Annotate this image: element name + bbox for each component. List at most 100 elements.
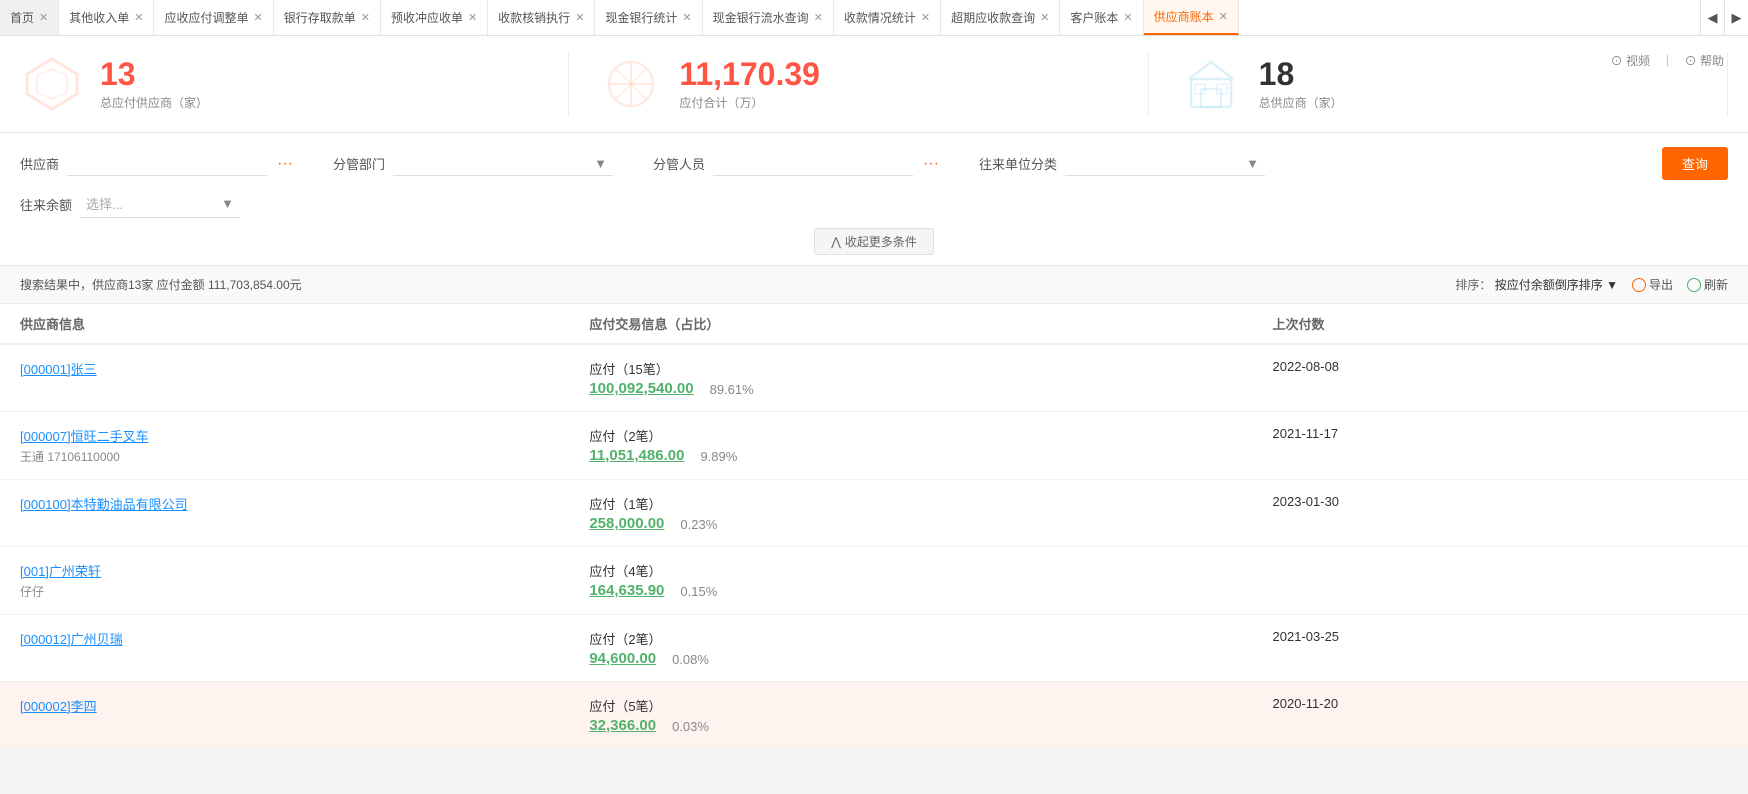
- table-row[interactable]: [000002]李四 应付（5笔） 32,366.00 0.03% 2020-1…: [0, 682, 1748, 749]
- stat-label-ap: 应付合计（万）: [679, 94, 820, 111]
- close-tab-cash-bank-flow[interactable]: ✕: [814, 11, 823, 24]
- help-link[interactable]: ⊙ 帮助: [1685, 54, 1724, 68]
- tab-cash-bank-stats[interactable]: 现金银行统计 ✕: [595, 0, 702, 35]
- nav-next[interactable]: ▶: [1724, 0, 1748, 36]
- rice-icon: [599, 52, 663, 116]
- last-pay-date: 2021-11-17: [1273, 426, 1728, 441]
- tab-other-income[interactable]: 其他收入单 ✕: [59, 0, 154, 35]
- close-tab-receipt-verify[interactable]: ✕: [575, 11, 584, 24]
- transaction-row: 94,600.00 0.08%: [589, 648, 1272, 667]
- supplier-link[interactable]: [000007]恒旺二手叉车: [20, 426, 589, 445]
- close-tab-prepay-offset[interactable]: ✕: [468, 11, 477, 24]
- transaction-info: 应付（4笔） 164,635.90 0.15%: [589, 561, 1272, 599]
- tab-home[interactable]: 首页 ✕: [0, 0, 59, 35]
- person-input[interactable]: [713, 152, 913, 176]
- transaction-amount[interactable]: 100,092,540.00: [589, 380, 693, 397]
- close-tab-cash-bank-stats[interactable]: ✕: [682, 11, 691, 24]
- tab-supplier-ledger[interactable]: 供应商账本 ✕: [1144, 0, 1239, 35]
- transaction-percent: 89.61%: [710, 382, 754, 397]
- supplier-input[interactable]: [67, 152, 267, 176]
- tab-ar-ap-adjust[interactable]: 应收应付调整单 ✕: [154, 0, 273, 35]
- transaction-amount[interactable]: 164,635.90: [589, 582, 664, 599]
- transaction-info: 应付（5笔） 32,366.00 0.03%: [589, 696, 1272, 734]
- tab-customer-ledger[interactable]: 客户账本 ✕: [1060, 0, 1143, 35]
- supplier-label: 供应商: [20, 154, 59, 173]
- close-tab-bank-deposit[interactable]: ✕: [361, 11, 370, 24]
- supplier-dots[interactable]: ···: [277, 155, 293, 173]
- stat-value-suppliers: 13: [100, 58, 208, 90]
- transaction-info: 应付（1笔） 258,000.00 0.23%: [589, 494, 1272, 532]
- category-select[interactable]: ▼: [1065, 152, 1265, 176]
- supplier-info: [000002]李四: [20, 696, 589, 715]
- supplier-link[interactable]: [001]广州荣轩: [20, 561, 589, 580]
- supplier-table: 供应商信息 应付交易信息（占比） 上次付数 [000001]张三 应付（15笔）…: [0, 304, 1748, 749]
- close-tab-home[interactable]: ✕: [39, 11, 48, 24]
- tab-overdue-ar[interactable]: 超期应收款查询 ✕: [941, 0, 1060, 35]
- refresh-button[interactable]: 刷新: [1687, 276, 1728, 293]
- transaction-row: 32,366.00 0.03%: [589, 715, 1272, 734]
- transaction-amount[interactable]: 11,051,486.00: [589, 447, 684, 464]
- nav-prev[interactable]: ◀: [1700, 0, 1724, 36]
- balance-label: 往来余额: [20, 195, 72, 214]
- transaction-percent: 0.23%: [680, 517, 717, 532]
- close-tab-customer-ledger[interactable]: ✕: [1123, 11, 1132, 24]
- transaction-info: 应付（15笔） 100,092,540.00 89.61%: [589, 359, 1272, 397]
- transaction-percent: 9.89%: [700, 449, 737, 464]
- supplier-link[interactable]: [000001]张三: [20, 359, 589, 378]
- filter-category: 往来单位分类 ▼: [979, 152, 1265, 176]
- top-navigation: 首页 ✕ 其他收入单 ✕ 应收应付调整单 ✕ 银行存取款单 ✕ 预收冲应收单 ✕…: [0, 0, 1748, 36]
- table-row[interactable]: [001]广州荣轩 仔仔 应付（4笔） 164,635.90 0.15%: [0, 547, 1748, 615]
- dept-arrow: ▼: [594, 156, 607, 171]
- tab-bank-deposit[interactable]: 银行存取款单 ✕: [274, 0, 381, 35]
- supplier-contact: 仔仔: [20, 583, 589, 600]
- supplier-link[interactable]: [000002]李四: [20, 696, 589, 715]
- export-icon: [1632, 278, 1646, 292]
- stat-ap-total: 11,170.39 应付合计（万）: [569, 52, 1148, 116]
- filter-person: 分管人员 ···: [653, 152, 939, 176]
- collapse-row: ⋀ 收起更多条件: [20, 228, 1728, 255]
- transaction-info: 应付（2笔） 94,600.00 0.08%: [589, 629, 1272, 667]
- supplier-link[interactable]: [000012]广州贝瑞: [20, 629, 589, 648]
- close-tab-overdue-ar[interactable]: ✕: [1040, 11, 1049, 24]
- close-tab-supplier-ledger[interactable]: ✕: [1219, 10, 1228, 23]
- table-row[interactable]: [000007]恒旺二手叉车 王通 17106110000 应付（2笔） 11,…: [0, 412, 1748, 480]
- transaction-row: 11,051,486.00 9.89%: [589, 445, 1272, 464]
- tab-receipt-stats[interactable]: 收款情况统计 ✕: [834, 0, 941, 35]
- close-tab-other-income[interactable]: ✕: [134, 11, 143, 24]
- last-pay-date: 2022-08-08: [1273, 359, 1728, 374]
- supplier-contact: 王通 17106110000: [20, 448, 589, 465]
- transaction-amount[interactable]: 94,600.00: [589, 650, 656, 667]
- collapse-button[interactable]: ⋀ 收起更多条件: [814, 228, 934, 255]
- transaction-label: 应付（4笔）: [589, 561, 1272, 580]
- results-summary: 搜索结果中，供应商13家 应付金额 111,703,854.00元: [20, 276, 302, 293]
- tab-cash-bank-flow[interactable]: 现金银行流水查询 ✕: [703, 0, 834, 35]
- close-tab-ar-ap-adjust[interactable]: ✕: [253, 11, 262, 24]
- tab-receipt-verify[interactable]: 收款核销执行 ✕: [488, 0, 595, 35]
- transaction-label: 应付（15笔）: [589, 359, 1272, 378]
- table-rows: [000001]张三 应付（15笔） 100,092,540.00 89.61%…: [0, 345, 1748, 749]
- table-row[interactable]: [000012]广州贝瑞 应付（2笔） 94,600.00 0.08% 2021…: [0, 615, 1748, 682]
- supplier-info: [000007]恒旺二手叉车 王通 17106110000: [20, 426, 589, 465]
- results-bar: 搜索结果中，供应商13家 应付金额 111,703,854.00元 排序： 按应…: [0, 266, 1748, 304]
- shop-icon: [1179, 52, 1243, 116]
- sort-value[interactable]: 按应付余额倒序排序 ▼: [1495, 278, 1618, 292]
- transaction-percent: 0.15%: [680, 584, 717, 599]
- tab-prepay-offset[interactable]: 预收冲应收单 ✕: [381, 0, 488, 35]
- table-row[interactable]: [000001]张三 应付（15笔） 100,092,540.00 89.61%…: [0, 345, 1748, 412]
- person-dots[interactable]: ···: [923, 155, 939, 173]
- transaction-row: 258,000.00 0.23%: [589, 513, 1272, 532]
- transaction-percent: 0.03%: [672, 719, 709, 734]
- balance-select[interactable]: 选择... ▼: [80, 190, 240, 218]
- video-link[interactable]: ⊙ 视频: [1611, 54, 1650, 68]
- supplier-link[interactable]: [000100]本特勤油品有限公司: [20, 494, 589, 513]
- dept-label: 分管部门: [333, 154, 385, 173]
- transaction-amount[interactable]: 32,366.00: [589, 717, 656, 734]
- transaction-info: 应付（2笔） 11,051,486.00 9.89%: [589, 426, 1272, 464]
- query-button[interactable]: 查询: [1662, 147, 1728, 180]
- transaction-amount[interactable]: 258,000.00: [589, 515, 664, 532]
- stat-value-ap: 11,170.39: [679, 58, 820, 90]
- table-row[interactable]: [000100]本特勤油品有限公司 应付（1笔） 258,000.00 0.23…: [0, 480, 1748, 547]
- close-tab-receipt-stats[interactable]: ✕: [921, 11, 930, 24]
- dept-select[interactable]: ▼: [393, 152, 613, 176]
- export-button[interactable]: 导出: [1632, 276, 1673, 293]
